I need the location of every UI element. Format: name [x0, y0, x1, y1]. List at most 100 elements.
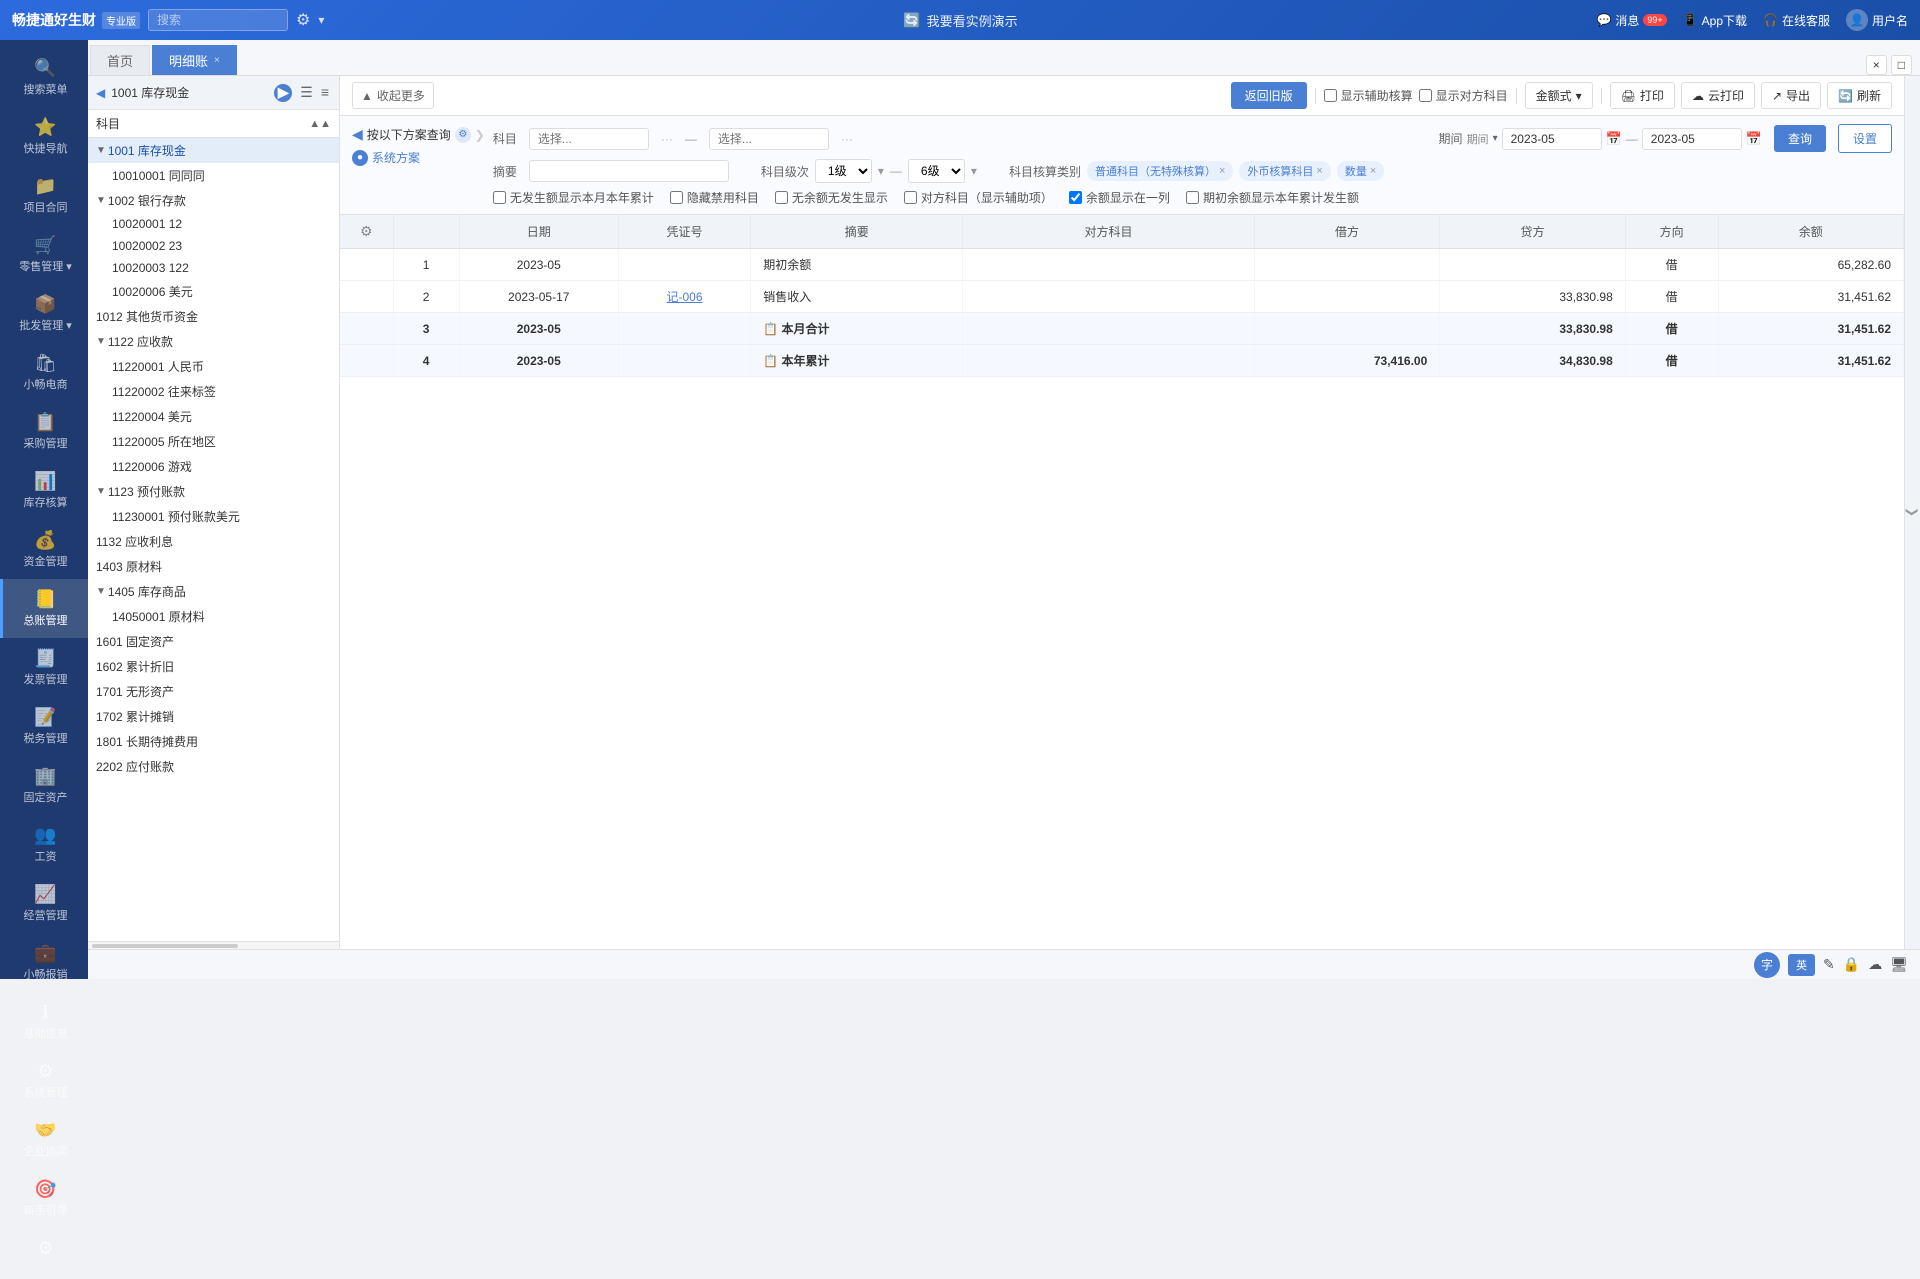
tree-item-1701[interactable]: 1701 无形资产 [88, 679, 339, 704]
tree-item-11220001[interactable]: 11220001 人民币 [88, 354, 339, 379]
close-window-btn[interactable]: × [1866, 55, 1887, 75]
settings-gear-icon[interactable]: ⚙ [296, 10, 310, 30]
tab-home[interactable]: 首页 [90, 45, 150, 75]
cb-opening-year-label[interactable]: 期初余额显示本年累计发生额 [1186, 189, 1359, 206]
message-btn[interactable]: 💬 消息 99+ [1596, 12, 1666, 29]
sidebar-item-tax[interactable]: 📝 税务管理 [0, 697, 88, 756]
collapse-all-btn[interactable]: ▲▲ [309, 118, 331, 130]
tree-item-1403[interactable]: 1403 原材料 [88, 554, 339, 579]
cb-hide-disabled[interactable] [670, 191, 683, 204]
tree-item-11220002[interactable]: 11220002 往来标签 [88, 379, 339, 404]
tree-item-10020002[interactable]: 10020002 23 [88, 235, 339, 257]
top-search-input[interactable] [148, 9, 288, 31]
print-btn[interactable]: 🖨 打印 [1610, 82, 1675, 109]
tree-item-1405[interactable]: ▼ 1405 库存商品 [88, 579, 339, 604]
tree-item-11220005[interactable]: 11220005 所在地区 [88, 429, 339, 454]
sidebar-item-purchase[interactable]: 📋 采购管理 [0, 402, 88, 461]
tree-item-1122[interactable]: ▼ 1122 应收款 [88, 329, 339, 354]
sidebar-item-inventory[interactable]: 📊 库存核算 [0, 461, 88, 520]
account-start-input[interactable] [529, 128, 649, 150]
settings-action-btn[interactable]: 设置 [1838, 124, 1892, 153]
cb-no-balance-no-trans[interactable] [775, 191, 788, 204]
cat-tag-2-remove[interactable]: × [1316, 165, 1322, 177]
tree-item-1132[interactable]: 1132 应收利息 [88, 529, 339, 554]
cat-tag-3-remove[interactable]: × [1370, 165, 1376, 177]
translate-btn[interactable]: 字 [1754, 952, 1780, 978]
refresh-btn[interactable]: 🔄 刷新 [1827, 82, 1892, 109]
settings-circle-icon[interactable]: ⚙ [455, 127, 471, 143]
show-counter-checkbox-group[interactable]: 显示对方科目 [1419, 87, 1508, 104]
tree-item-10010001[interactable]: 10010001 同同同 [88, 163, 339, 188]
voucher-link-2[interactable]: 记-006 [666, 290, 702, 304]
tree-item-1123[interactable]: ▼ 1123 预付账款 [88, 479, 339, 504]
sidebar-item-quick-nav[interactable]: ⭐ 快捷导航 [0, 107, 88, 166]
sidebar-item-wholesale[interactable]: 📦 批发管理 ▾ [0, 284, 88, 343]
demo-label[interactable]: 我要看实例演示 [927, 11, 1018, 30]
cb-hide-disabled-label[interactable]: 隐藏禁用科目 [670, 189, 759, 206]
tree-item-1001[interactable]: ▼ 1001 库存现金 [88, 138, 339, 163]
sidebar-item-base-info[interactable]: ℹ 基础信息 [0, 992, 88, 1051]
next-account-btn[interactable]: ▶ [274, 84, 292, 102]
collapse-left-icon[interactable]: ◀ [352, 126, 363, 143]
maximize-btn[interactable]: □ [1891, 55, 1912, 75]
sidebar-item-assets[interactable]: 🏢 固定资产 [0, 756, 88, 815]
period-dropdown-icon[interactable]: ▾ [1493, 133, 1498, 144]
tree-item-2202[interactable]: 2202 应付账款 [88, 754, 339, 779]
edit-icon[interactable]: ✎ [1823, 956, 1835, 973]
right-collapse-btn[interactable]: ❯ [1904, 76, 1920, 949]
cb-no-balance-label[interactable]: 无发生额显示本月本年累计 [493, 189, 654, 206]
sidebar-item-invoice[interactable]: 🧾 发票管理 [0, 638, 88, 697]
cb-opening-year[interactable] [1186, 191, 1199, 204]
sidebar-item-search[interactable]: 🔍 搜索菜单 [0, 48, 88, 107]
sidebar-item-sys-mgmt[interactable]: ⚙ 系统管理 [0, 1051, 88, 1110]
top-chevron-icon[interactable]: ▾ [318, 13, 324, 27]
back-arrow-icon[interactable]: ◀ [96, 86, 105, 100]
sidebar-item-cooperation[interactable]: 🤝 企业协同 [0, 1110, 88, 1169]
period-end-calendar-icon[interactable]: 📅 [1746, 131, 1762, 147]
export-btn[interactable]: ↗ 导出 [1761, 82, 1821, 109]
show-aux-checkbox-group[interactable]: 显示辅助核算 [1324, 87, 1413, 104]
filter-icon[interactable]: ≡ [319, 82, 331, 103]
cell-voucher-2[interactable]: 记-006 [618, 281, 751, 313]
tab-detail[interactable]: 明细账 × [152, 45, 237, 75]
app-download-btn[interactable]: 📱 App下载 [1683, 12, 1747, 29]
cb-no-balance[interactable] [493, 191, 506, 204]
tree-item-1801[interactable]: 1801 长期待摊费用 [88, 729, 339, 754]
cb-no-balance-no-trans-label[interactable]: 无余额无发生显示 [775, 189, 888, 206]
summary-input[interactable] [529, 160, 729, 182]
tree-item-1702[interactable]: 1702 累计摊销 [88, 704, 339, 729]
tree-item-1012[interactable]: 1012 其他货币资金 [88, 304, 339, 329]
tree-item-11230001[interactable]: 11230001 预付账款美元 [88, 504, 339, 529]
tree-item-10020006[interactable]: 10020006 美元 [88, 279, 339, 304]
level-end-select[interactable]: 6级 [908, 159, 965, 183]
tree-item-10020001[interactable]: 10020001 12 [88, 213, 339, 235]
tree-item-10020003[interactable]: 10020003 122 [88, 257, 339, 279]
sidebar-item-operations[interactable]: 📈 经营管理 [0, 874, 88, 933]
sidebar-item-settings[interactable]: ⚙ [0, 1228, 88, 1271]
tree-item-1601[interactable]: 1601 固定资产 [88, 629, 339, 654]
scrollbar-track[interactable] [92, 944, 335, 948]
table-settings-icon[interactable]: ⚙ [360, 223, 373, 239]
expand-more-btn[interactable]: ▲ 收起更多 [352, 82, 434, 109]
cb-balance-one-col[interactable] [1069, 191, 1082, 204]
user-area[interactable]: 👤 用户名 [1846, 9, 1908, 31]
cb-counterpart-label[interactable]: 对方科目（显示辅助项） [904, 189, 1053, 206]
tree-item-1002[interactable]: ▼ 1002 银行存款 [88, 188, 339, 213]
sidebar-item-guide[interactable]: 🎯 新手引导 [0, 1169, 88, 1228]
tree-item-11220004[interactable]: 11220004 美元 [88, 404, 339, 429]
sidebar-item-ecommerce[interactable]: 🛍 小畅电商 [0, 343, 88, 402]
cloud-bottom-icon[interactable]: ☁ [1868, 956, 1882, 973]
lock-icon[interactable]: 🔒 [1843, 956, 1860, 973]
amount-format-btn[interactable]: 金额式 ▾ [1525, 82, 1593, 109]
sidebar-item-ledger[interactable]: 📒 总账管理 [0, 579, 88, 638]
monitor-icon[interactable]: 🖥 [1890, 956, 1908, 973]
account-end-input[interactable] [709, 128, 829, 150]
sidebar-item-payroll[interactable]: 👥 工资 [0, 815, 88, 874]
show-aux-checkbox[interactable] [1324, 89, 1337, 102]
sidebar-item-finance[interactable]: 💰 资金管理 [0, 520, 88, 579]
level-start-select[interactable]: 1级 [815, 159, 872, 183]
tree-item-1602[interactable]: 1602 累计折旧 [88, 654, 339, 679]
period-end-input[interactable]: 2023-05 [1642, 128, 1742, 150]
cb-balance-one-col-label[interactable]: 余额显示在一列 [1069, 189, 1170, 206]
tree-item-11220006[interactable]: 11220006 游戏 [88, 454, 339, 479]
